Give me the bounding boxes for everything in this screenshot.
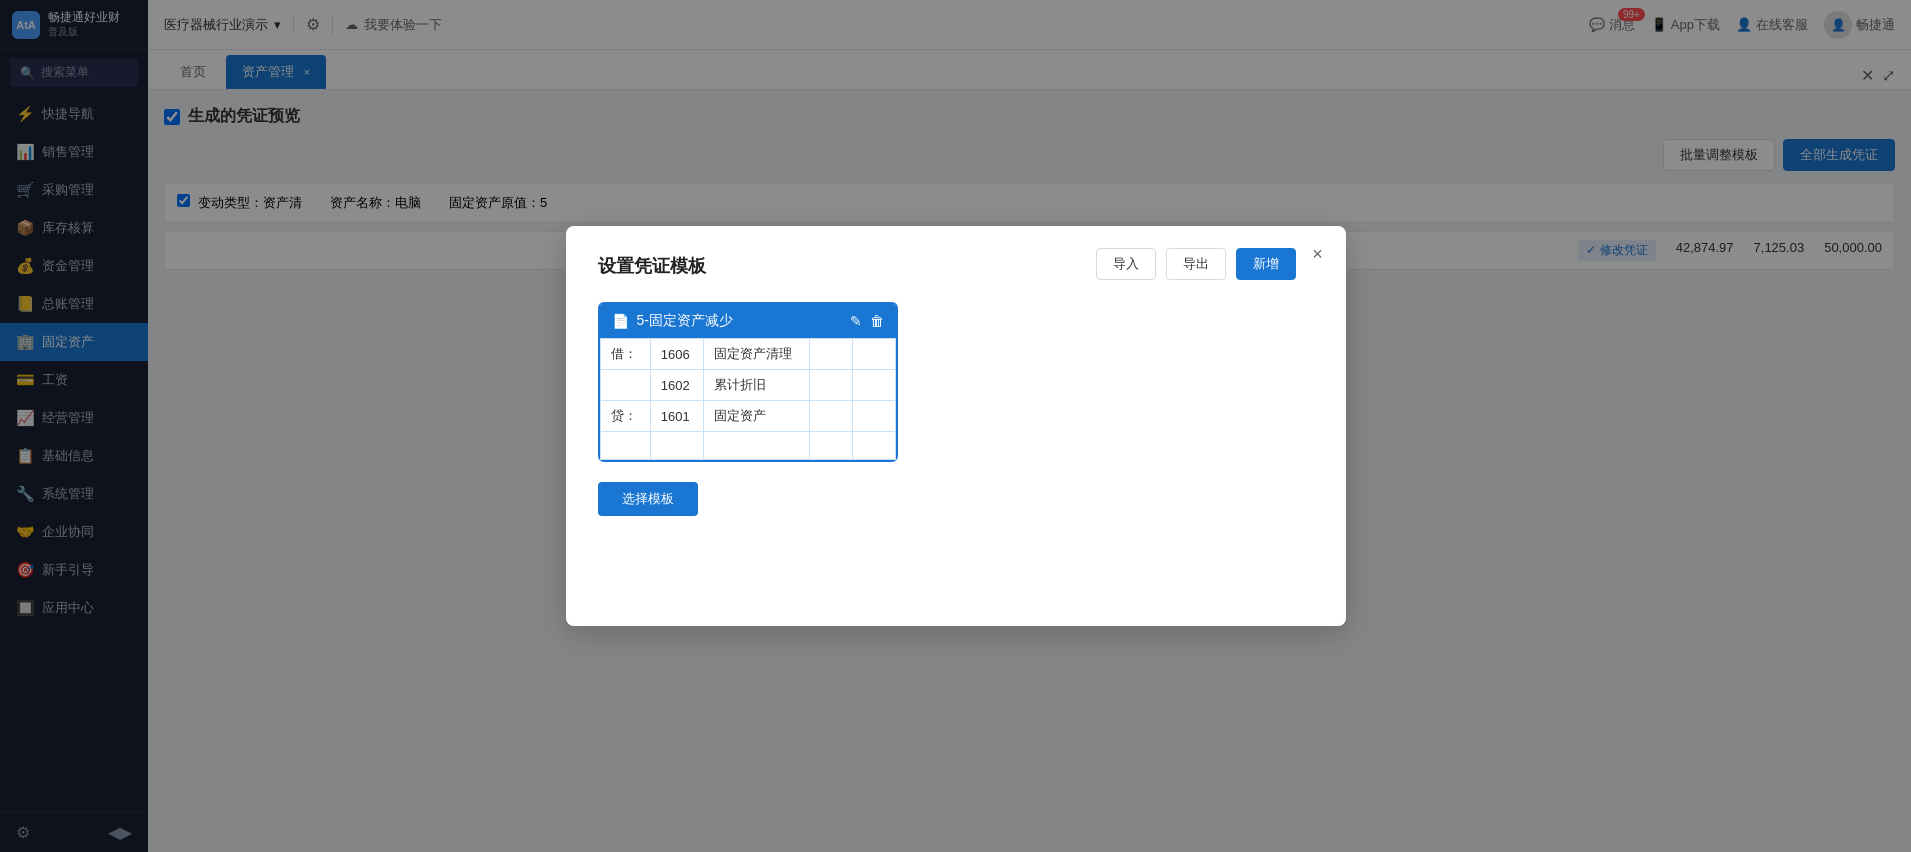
export-btn[interactable]: 导出: [1166, 248, 1226, 280]
modal-close-btn[interactable]: ×: [1306, 242, 1330, 266]
entry-code: 1606: [650, 339, 703, 370]
entry-col4: [809, 370, 852, 401]
select-template-btn[interactable]: 选择模板: [598, 482, 698, 516]
template-card: 📄 5-固定资产减少 ✎ 🗑 借： 1606: [598, 302, 898, 462]
main-content: 医疗器械行业演示 ▾ ⚙ ☁ 我要体验一下 💬 消息 99+ 📱 App下载 👤…: [148, 0, 1911, 852]
modal-action-buttons: 导入 导出 新增: [1096, 248, 1296, 280]
template-entry-row: 借： 1606 固定资产清理: [600, 339, 895, 370]
template-entry-row: 1602 累计折旧: [600, 370, 895, 401]
template-table: 借： 1606 固定资产清理 1602 累计折旧: [600, 338, 896, 460]
template-card-header: 📄 5-固定资产减少 ✎ 🗑: [600, 304, 896, 338]
entry-type: 贷：: [600, 401, 650, 432]
template-entry-row: 贷： 1601 固定资产: [600, 401, 895, 432]
delete-template-icon[interactable]: 🗑: [870, 313, 884, 329]
entry-type: [600, 370, 650, 401]
entry-col5: [852, 401, 895, 432]
page-content: 生成的凭证预览 批量调整模板 全部生成凭证 变动类型：资产清 资产名称：电脑 固…: [148, 90, 1911, 852]
modal-overlay: × 设置凭证模板 导入 导出 新增 📄 5-固定资产减少: [148, 90, 1911, 852]
entry-col5: [852, 339, 895, 370]
import-btn[interactable]: 导入: [1096, 248, 1156, 280]
template-doc-icon: 📄: [612, 313, 629, 329]
entry-name: 固定资产清理: [704, 339, 810, 370]
entry-type: 借：: [600, 339, 650, 370]
template-modal: × 设置凭证模板 导入 导出 新增 📄 5-固定资产减少: [566, 226, 1346, 626]
edit-template-icon[interactable]: ✎: [850, 313, 862, 329]
entry-name: 固定资产: [704, 401, 810, 432]
entry-code: 1602: [650, 370, 703, 401]
new-template-btn[interactable]: 新增: [1236, 248, 1296, 280]
entry-code: 1601: [650, 401, 703, 432]
entry-col4: [809, 401, 852, 432]
entry-col4: [809, 339, 852, 370]
entry-name: 累计折旧: [704, 370, 810, 401]
entry-col5: [852, 370, 895, 401]
template-entry-row-empty: [600, 432, 895, 460]
template-title: 5-固定资产减少: [637, 312, 733, 330]
